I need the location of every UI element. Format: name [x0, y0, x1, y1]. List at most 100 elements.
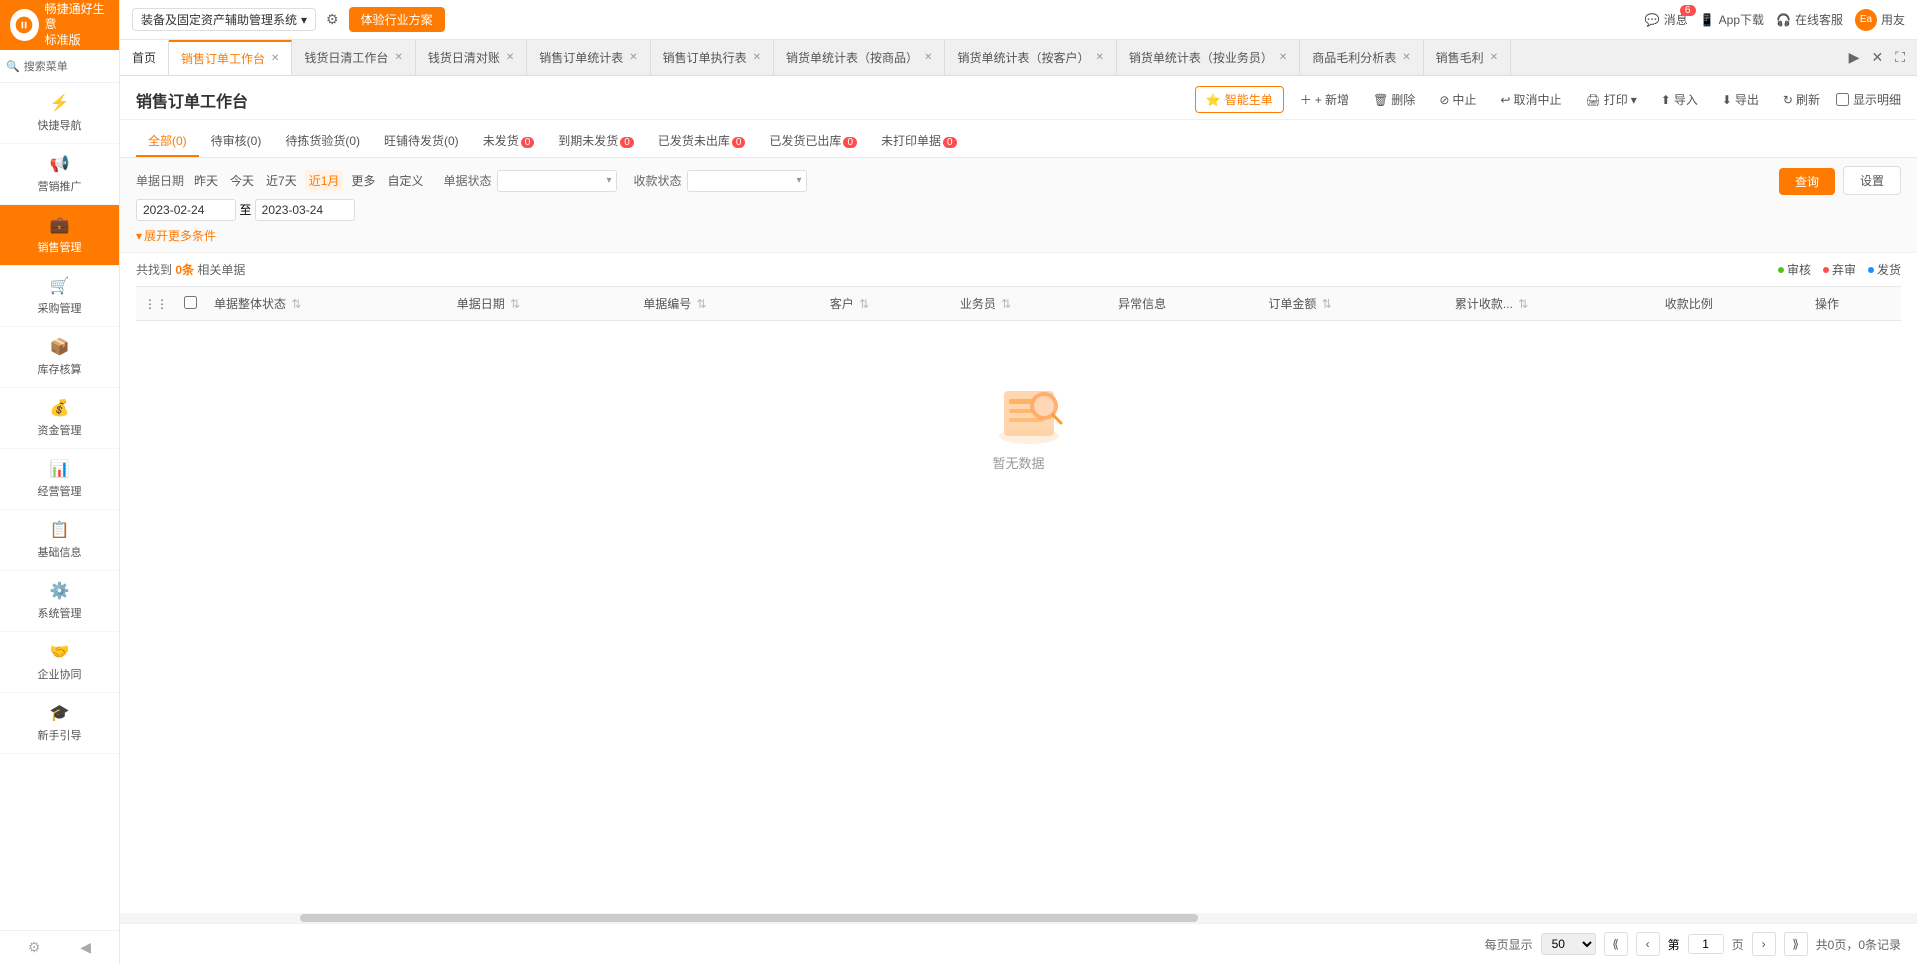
- system-selector[interactable]: 装备及固定资产辅助管理系统 ▾: [132, 8, 316, 31]
- ship-action[interactable]: 发货: [1868, 261, 1901, 278]
- th-checkbox[interactable]: [176, 287, 206, 321]
- table-container: ⋮⋮ 单据整体状态 ⇅ 单据日期 ⇅: [136, 286, 1901, 913]
- th-order-no[interactable]: 单据编号 ⇅: [635, 287, 821, 321]
- top-actions: 💬 消息 6 📱 App下载 🎧 在线客服 Ea 用友: [1645, 9, 1905, 31]
- close-tab-sales-gross[interactable]: ✕: [1490, 52, 1498, 63]
- th-collected[interactable]: 累计收款... ⇅: [1447, 287, 1657, 321]
- settings-button[interactable]: ⚙: [326, 11, 339, 28]
- th-order-status[interactable]: 单据整体状态 ⇅: [206, 287, 449, 321]
- trial-button[interactable]: 体验行业方案: [349, 7, 445, 32]
- shortcut-1month[interactable]: 近1月: [305, 170, 344, 191]
- sub-tab-overdue-not-shipped[interactable]: 到期未发货0: [546, 126, 646, 157]
- tabs-more-icon[interactable]: ▶: [1845, 47, 1864, 68]
- tabs-expand-icon[interactable]: ⛶: [1891, 47, 1909, 68]
- close-tab-sales-exec[interactable]: ✕: [753, 52, 761, 63]
- app-download-button[interactable]: 📱 App下载: [1700, 11, 1764, 28]
- print-button[interactable]: 🖨 打印 ▾: [1577, 87, 1644, 112]
- close-tab-margin-analysis[interactable]: ✕: [1402, 52, 1410, 63]
- th-amount[interactable]: 订单金额 ⇅: [1260, 287, 1446, 321]
- sidebar-item-quick-nav[interactable]: ⚡ 快捷导航: [0, 83, 119, 144]
- tab-sales-stat-customer[interactable]: 销货单统计表（按客户） ✕: [945, 40, 1116, 76]
- tab-cash-reconcile[interactable]: 钱货日清对账 ✕: [416, 40, 527, 76]
- cancel-stop-button[interactable]: ↩ 取消中止: [1492, 87, 1569, 112]
- sub-tab-not-shipped[interactable]: 未发货0: [471, 126, 547, 157]
- shortcut-7days[interactable]: 近7天: [262, 170, 301, 191]
- stop-button[interactable]: ⊘ 中止: [1431, 87, 1484, 112]
- next-page-button[interactable]: ›: [1752, 932, 1776, 956]
- shortcut-today[interactable]: 今天: [226, 170, 258, 191]
- delete-button[interactable]: 🗑 删除: [1365, 87, 1423, 112]
- sub-tab-pending-review[interactable]: 待审核(0): [199, 126, 274, 157]
- sub-tab-pending-inspect[interactable]: 待拣货验货(0): [273, 126, 372, 157]
- message-button[interactable]: 💬 消息 6: [1645, 11, 1688, 28]
- th-customer[interactable]: 客户 ⇅: [822, 287, 952, 321]
- sub-tab-wangpu-pending[interactable]: 旺铺待发货(0): [372, 126, 471, 157]
- close-tab-sales-stat[interactable]: ✕: [629, 52, 637, 63]
- date-from-input[interactable]: [136, 199, 236, 221]
- sidebar-item-purchase[interactable]: 🛒 采购管理: [0, 266, 119, 327]
- page-size-select[interactable]: 50 100: [1541, 933, 1596, 955]
- user-menu[interactable]: Ea 用友: [1855, 9, 1905, 31]
- smart-order-button[interactable]: ⭐ 智能生单: [1195, 86, 1284, 113]
- setting-button[interactable]: 设置: [1843, 166, 1901, 195]
- sidebar-item-enterprise[interactable]: 🤝 企业协同: [0, 632, 119, 693]
- sub-tab-shipped-not-out[interactable]: 已发货未出库0: [646, 126, 758, 157]
- new-button[interactable]: ＋ + 新增: [1292, 87, 1357, 112]
- first-page-button[interactable]: ⟪: [1604, 932, 1628, 956]
- import-button[interactable]: ⬆ 导入: [1653, 87, 1706, 112]
- th-staff[interactable]: 业务员 ⇅: [952, 287, 1110, 321]
- sub-tab-shipped-out[interactable]: 已发货已出库0: [757, 126, 869, 157]
- online-service-button[interactable]: 🎧 在线客服: [1776, 11, 1843, 28]
- review-action[interactable]: 审核: [1778, 261, 1811, 278]
- shortcut-custom[interactable]: 自定义: [383, 170, 427, 191]
- close-tab-sales-stat-staff[interactable]: ✕: [1279, 52, 1287, 63]
- prev-page-button[interactable]: ‹: [1636, 932, 1660, 956]
- th-order-date[interactable]: 单据日期 ⇅: [449, 287, 635, 321]
- close-tab-sales-workbench[interactable]: ✕: [271, 53, 279, 64]
- close-tab-sales-stat-product[interactable]: ✕: [924, 52, 932, 63]
- sidebar-search[interactable]: 🔍 搜索菜单: [0, 50, 119, 83]
- sidebar-item-sales[interactable]: 💼 销售管理: [0, 205, 119, 266]
- cancel-review-action[interactable]: 弃审: [1823, 261, 1856, 278]
- settings-icon[interactable]: ⚙: [28, 939, 41, 956]
- horizontal-scrollbar[interactable]: [120, 913, 1917, 923]
- refresh-button[interactable]: ↻ 刷新: [1775, 87, 1828, 112]
- collapse-icon[interactable]: ◀: [80, 939, 91, 956]
- close-tab-cash-daily[interactable]: ✕: [394, 52, 402, 63]
- scrollbar-thumb[interactable]: [300, 914, 1199, 922]
- sub-tab-not-printed[interactable]: 未打印单据0: [869, 126, 969, 157]
- close-tab-cash-reconcile[interactable]: ✕: [506, 52, 514, 63]
- sidebar-item-operation[interactable]: 📊 经营管理: [0, 449, 119, 510]
- sub-tab-all[interactable]: 全部(0): [136, 126, 199, 157]
- tabs-close-icon[interactable]: ✕: [1867, 47, 1887, 68]
- export-button[interactable]: ⬇ 导出: [1714, 87, 1767, 112]
- tab-sales-stat-staff[interactable]: 销货单统计表（按业务员） ✕: [1117, 40, 1300, 76]
- tab-sales-exec[interactable]: 销售订单执行表 ✕: [651, 40, 774, 76]
- tab-sales-workbench[interactable]: 销售订单工作台 ✕: [169, 40, 292, 76]
- show-detail-checkbox[interactable]: 显示明细: [1836, 91, 1901, 108]
- sidebar-item-guide[interactable]: 🎓 新手引导: [0, 693, 119, 754]
- tab-sales-stat-product[interactable]: 销货单统计表（按商品） ✕: [774, 40, 945, 76]
- status-select[interactable]: [497, 170, 617, 192]
- close-tab-sales-stat-customer[interactable]: ✕: [1095, 52, 1103, 63]
- expand-button[interactable]: ▾ 展开更多条件: [136, 227, 1901, 244]
- tab-sales-stat[interactable]: 销售订单统计表 ✕: [527, 40, 650, 76]
- date-to-input[interactable]: [255, 199, 355, 221]
- shortcut-more[interactable]: 更多: [347, 170, 379, 191]
- detail-checkbox-input[interactable]: [1836, 93, 1849, 106]
- select-all-checkbox[interactable]: [184, 296, 197, 309]
- sidebar-item-system[interactable]: ⚙️ 系统管理: [0, 571, 119, 632]
- payment-select[interactable]: [687, 170, 807, 192]
- tab-cash-daily[interactable]: 钱货日清工作台 ✕: [292, 40, 415, 76]
- sidebar-item-basic[interactable]: 📋 基础信息: [0, 510, 119, 571]
- query-button[interactable]: 查询: [1779, 168, 1835, 195]
- sidebar-item-inventory[interactable]: 📦 库存核算: [0, 327, 119, 388]
- page-number-input[interactable]: [1688, 934, 1724, 954]
- tab-margin-analysis[interactable]: 商品毛利分析表 ✕: [1300, 40, 1423, 76]
- sidebar-item-marketing[interactable]: 📢 营销推广: [0, 144, 119, 205]
- tab-sales-gross[interactable]: 销售毛利 ✕: [1424, 40, 1511, 76]
- shortcut-yesterday[interactable]: 昨天: [190, 170, 222, 191]
- last-page-button[interactable]: ⟫: [1784, 932, 1808, 956]
- tab-home[interactable]: 首页: [120, 40, 169, 76]
- sidebar-item-finance[interactable]: 💰 资金管理: [0, 388, 119, 449]
